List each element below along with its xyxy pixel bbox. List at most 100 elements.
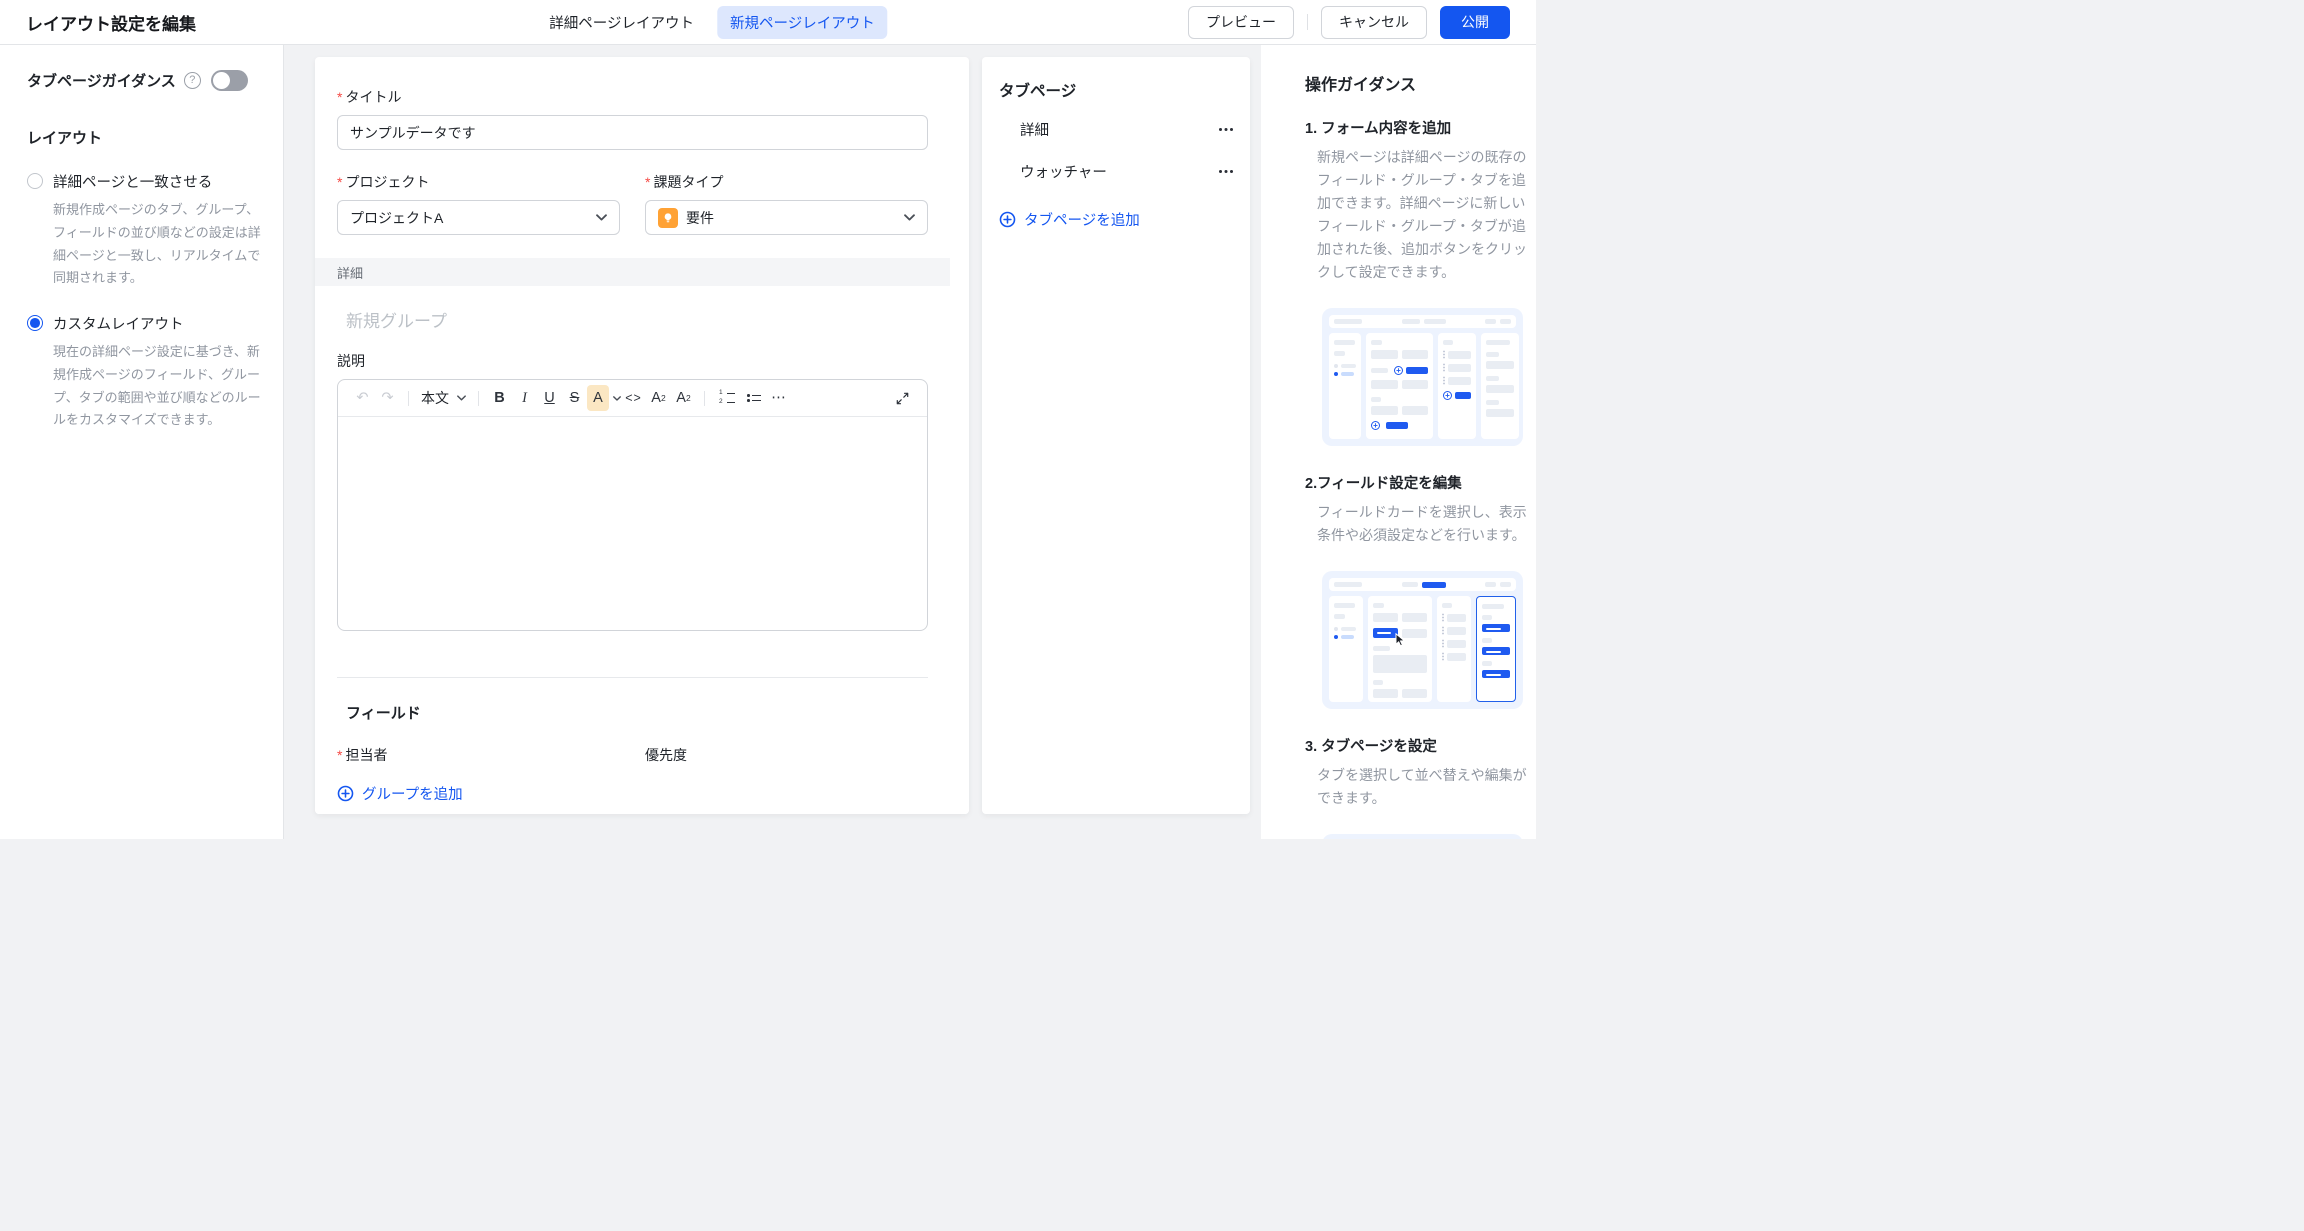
guidance-step-1-title: 1. フォーム内容を追加 [1305, 121, 1452, 137]
guide-illustration-edit-field-settings [1322, 571, 1523, 709]
form-scroll-area: * タイトル * プロジェクト プロジェクトA [315, 57, 969, 814]
drag-handle-icon[interactable] [328, 707, 336, 719]
more-icon[interactable] [1219, 127, 1222, 131]
ordered-list-icon[interactable]: 1 2 [713, 390, 741, 406]
layout-option-match-detail[interactable]: 詳細ページと一致させる 新規作成ページのタブ、グループ、フィールドの並び順などの… [27, 171, 263, 290]
top-bar: レイアウト設定を編集 詳細ページレイアウト 新規ページレイアウト プレビュー キ… [0, 0, 1536, 45]
tab-pages-heading: タブページ [999, 83, 1077, 100]
operation-guidance-panel: 操作ガイダンス 1. フォーム内容を追加 新規ページは詳細ページの既存のフィール… [1261, 45, 1536, 839]
option-description: 現在の詳細ページ設定に基づき、新規作成ページのフィールド、グループ、タブの範囲や… [53, 344, 261, 428]
preview-button[interactable]: プレビュー [1188, 5, 1294, 39]
tab-page-label: ウォッチャー [1020, 164, 1107, 181]
code-icon[interactable]: <> [621, 385, 646, 411]
project-field-label: * プロジェクト [337, 174, 430, 190]
chevron-down-icon [904, 214, 915, 221]
plus-circle-icon [337, 785, 354, 801]
guidance-heading: 操作ガイダンス [1305, 77, 1417, 94]
cancel-button[interactable]: キャンセル [1321, 5, 1427, 39]
option-description: 新規作成ページのタブ、グループ、フィールドの並び順などの設定は詳細ページと一致し… [53, 202, 261, 286]
guide-illustration-set-tab-pages [1322, 834, 1523, 839]
subscript-icon[interactable]: A2 [671, 385, 696, 411]
redo-icon[interactable]: ↷ [375, 385, 400, 411]
form-preview-panel: * タイトル * プロジェクト プロジェクトA [315, 57, 969, 814]
rich-text-editor[interactable]: ↶ ↷ 本文 B I U S A <> A 2 A 2 1 2 ⋯ [337, 379, 928, 631]
tab-detail-page-layout[interactable]: 詳細ページレイアウト [536, 6, 707, 39]
assignee-field-label: * 担当者 [337, 747, 388, 763]
section-divider [337, 677, 928, 678]
required-marker: * [337, 89, 343, 105]
more-icon[interactable]: ⋯ [767, 385, 792, 411]
drag-handle-icon[interactable] [999, 165, 1007, 177]
priority-field-label: 優先度 [645, 747, 687, 763]
help-icon[interactable]: ? [183, 72, 201, 89]
top-bar-actions: プレビュー キャンセル 公開 [1188, 5, 1510, 39]
fields-group-header[interactable]: フィールド [328, 702, 969, 723]
strikethrough-icon[interactable]: S [562, 385, 587, 411]
form-panel-footer: グループを追加 [315, 772, 969, 814]
layout-settings-editor: レイアウト設定を編集 詳細ページレイアウト 新規ページレイアウト プレビュー キ… [0, 0, 1536, 839]
font-color-icon[interactable]: A [587, 385, 609, 411]
italic-icon[interactable]: I [512, 385, 537, 411]
radio-unselected-icon[interactable] [27, 173, 43, 189]
guide-illustration-add-form-content [1322, 308, 1523, 446]
group-header[interactable]: 新規グループ [328, 307, 969, 332]
fields-group-label: フィールド [346, 705, 421, 722]
layout-option-custom[interactable]: カスタムレイアウト 現在の詳細ページ設定に基づき、新規作成ページのフィールド、グ… [27, 313, 263, 432]
required-marker: * [645, 174, 651, 190]
tab-page-item-watcher[interactable]: ウォッチャー [999, 157, 1232, 185]
tab-pages-panel: タブページ 詳細 ウォッチャー タブページを追加 [982, 57, 1250, 814]
editor-toolbar: ↶ ↷ 本文 B I U S A <> A 2 A 2 1 2 ⋯ [338, 380, 927, 417]
underline-icon[interactable]: U [537, 385, 562, 411]
editor-content-area[interactable] [338, 417, 927, 630]
lightbulb-icon [658, 207, 678, 228]
drag-handle-icon[interactable] [999, 123, 1007, 135]
chevron-down-icon[interactable] [613, 395, 621, 401]
tab-page-item-detail[interactable]: 詳細 [999, 115, 1232, 143]
issue-type-select[interactable]: 要件 [645, 200, 928, 235]
publish-button[interactable]: 公開 [1440, 5, 1510, 39]
chevron-down-icon [457, 395, 466, 401]
more-icon[interactable] [1219, 169, 1222, 173]
detail-tab-strip[interactable]: 詳細 [315, 258, 950, 286]
add-group-button[interactable]: グループを追加 [337, 783, 463, 804]
project-select[interactable]: プロジェクトA [337, 200, 620, 235]
option-label: カスタムレイアウト [53, 317, 184, 333]
plus-circle-icon [999, 211, 1016, 228]
guidance-step-2-body: フィールドカードを選択し、表示条件や必須設定などを行います。 [1317, 504, 1527, 543]
title-field-label: * タイトル [337, 89, 402, 105]
paragraph-style-select[interactable]: 本文 [417, 388, 470, 408]
add-tab-page-button[interactable]: タブページを追加 [999, 209, 1232, 230]
guidance-step-3-title: 3. タブページを設定 [1305, 739, 1437, 755]
bullet-list-icon[interactable] [741, 394, 767, 402]
tab-new-page-layout[interactable]: 新規ページレイアウト [717, 5, 888, 39]
issue-type-field-label: * 課題タイプ [645, 174, 724, 190]
button-divider [1307, 14, 1308, 30]
issue-type-select-value: 要件 [686, 209, 714, 226]
required-marker: * [337, 174, 343, 190]
toolbar-divider [478, 390, 479, 406]
page-title: レイアウト設定を編集 [26, 14, 196, 34]
tab-page-guidance-label: タブページガイダンス [27, 73, 176, 90]
guidance-step-2-title: 2.フィールド設定を編集 [1305, 476, 1462, 492]
expand-icon[interactable] [890, 385, 915, 411]
title-input[interactable] [337, 115, 928, 150]
project-select-value: プロジェクトA [350, 209, 444, 226]
content-area: * タイトル * プロジェクト プロジェクトA [284, 45, 1536, 839]
tab-page-guidance-toggle[interactable] [210, 70, 248, 91]
guidance-step-1-body: 新規ページは詳細ページの既存のフィールド・グループ・タブを追加できます。詳細ペー… [1317, 149, 1527, 280]
radio-selected-icon[interactable] [27, 315, 43, 331]
option-label: 詳細ページと一致させる [53, 175, 213, 191]
layout-section-heading: レイアウト [27, 130, 103, 147]
layout-mode-tabs: 詳細ページレイアウト 新規ページレイアウト [536, 5, 888, 39]
undo-icon[interactable]: ↶ [350, 385, 375, 411]
required-marker: * [337, 747, 343, 763]
description-field-label: 説明 [337, 353, 365, 369]
bold-icon[interactable]: B [487, 385, 512, 411]
toolbar-divider [704, 390, 705, 406]
toolbar-divider [408, 390, 409, 406]
superscript-icon[interactable]: A2 [646, 385, 671, 411]
detail-tab-label: 詳細 [337, 265, 364, 281]
group-name-placeholder[interactable]: 新規グループ [346, 307, 447, 332]
drag-handle-icon[interactable] [328, 314, 336, 326]
settings-sidebar: タブページガイダンス ? レイアウト 詳細ページと一致させる 新規作成ページのタ… [0, 45, 284, 839]
